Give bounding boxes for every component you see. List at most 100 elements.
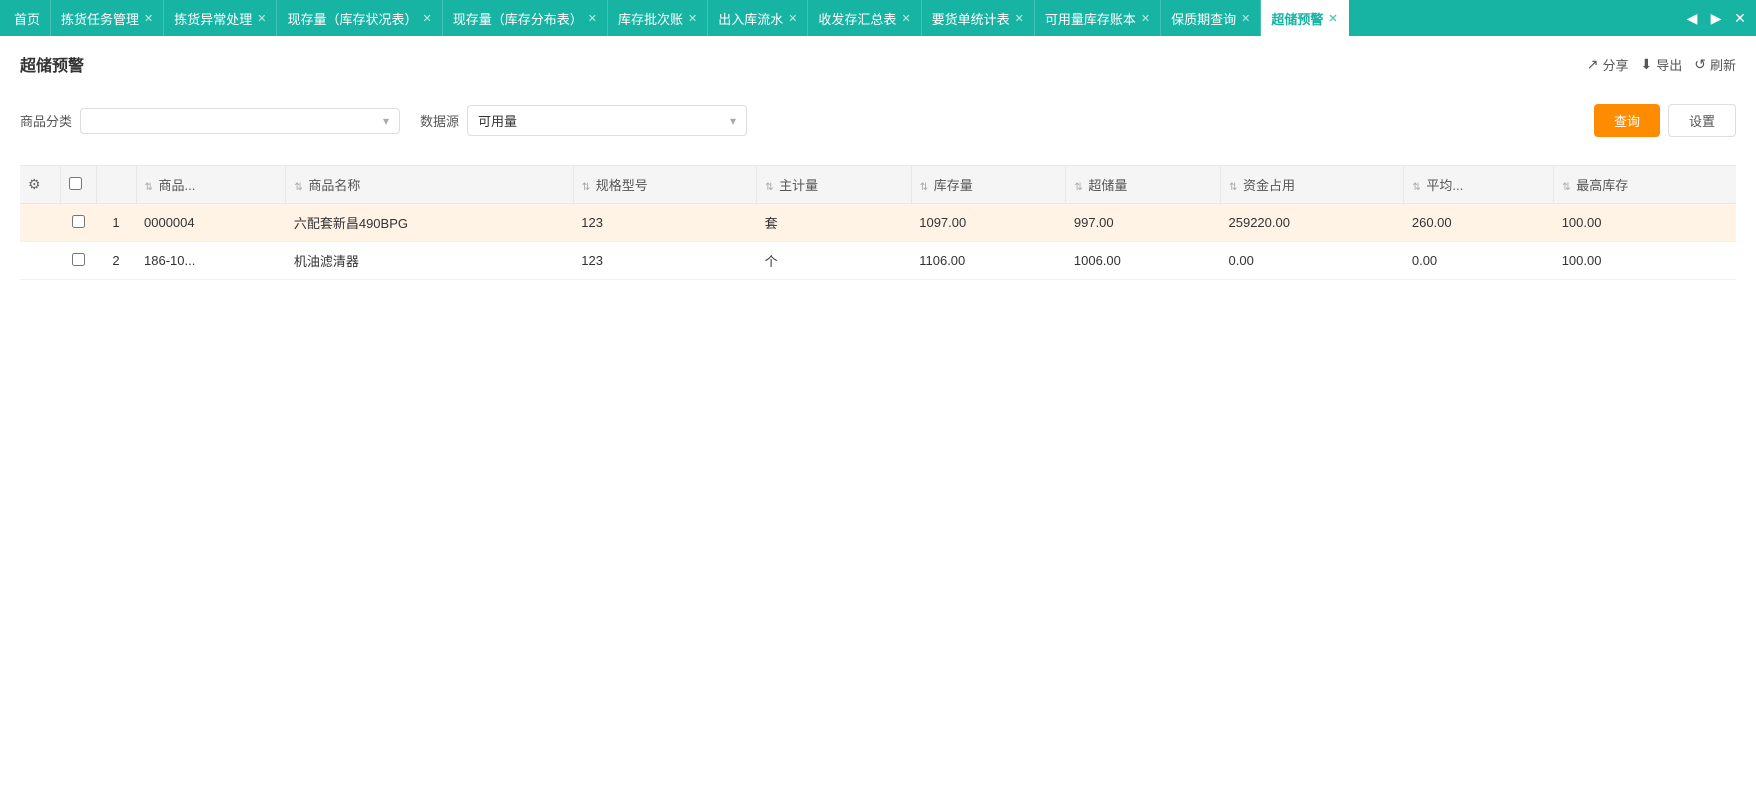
close-icon[interactable]: ✕ (1015, 12, 1024, 25)
nav-inout-flow[interactable]: 出入库流水 ✕ (708, 0, 808, 36)
sort-icon: ⇅ (1562, 182, 1570, 193)
th-overstock[interactable]: ⇅ 超储量 (1066, 166, 1221, 204)
row-capital: 259220.00 (1221, 204, 1404, 242)
row-spec: 123 (573, 204, 756, 242)
row-gear (20, 204, 60, 242)
row-maxstock: 100.00 (1554, 204, 1736, 242)
th-maxstock[interactable]: ⇅ 最高库存 (1554, 166, 1736, 204)
table-header-row: ⚙ ⇅ 商品... ⇅ 商品名称 ⇅ 规格型号 (20, 166, 1736, 204)
row-checkbox[interactable] (72, 253, 85, 266)
nav-close-all-button[interactable]: ✕ (1728, 0, 1752, 36)
close-icon[interactable]: ✕ (901, 12, 910, 25)
filter-datasource: 数据源 可用量 ▾ (420, 105, 747, 136)
nav-overstock-warning[interactable]: 超储预警 ✕ (1261, 0, 1348, 36)
nav-order-stats[interactable]: 要货单统计表 ✕ (922, 0, 1035, 36)
filter-area: 商品分类 ▾ 数据源 可用量 ▾ 查询 设置 (20, 92, 1736, 149)
sort-icon: ⇅ (145, 182, 153, 193)
row-stock: 1097.00 (911, 204, 1066, 242)
row-product-code: 186-10... (136, 242, 286, 280)
th-gear[interactable]: ⚙ (20, 166, 60, 204)
close-icon[interactable]: ✕ (257, 12, 266, 25)
nav-pick-task[interactable]: 拣货任务管理 ✕ (51, 0, 164, 36)
close-icon[interactable]: ✕ (588, 12, 597, 25)
row-avg: 0.00 (1404, 242, 1554, 280)
nav-prev-button[interactable]: ◀ (1680, 0, 1704, 36)
nav-stock-status[interactable]: 现存量（库存状况表） ✕ (277, 0, 442, 36)
sort-icon: ⇅ (582, 182, 590, 193)
datasource-select[interactable]: 可用量 ▾ (467, 105, 747, 136)
page-header: 超储预警 ↗ 分享 ⬇ 导出 ↺ 刷新 (20, 52, 1736, 76)
th-product-name[interactable]: ⇅ 商品名称 (286, 166, 573, 204)
export-button[interactable]: ⬇ 导出 (1641, 55, 1683, 74)
sort-icon: ⇅ (765, 182, 773, 193)
refresh-button[interactable]: ↺ 刷新 (1694, 55, 1736, 74)
row-overstock: 997.00 (1066, 204, 1221, 242)
close-icon[interactable]: ✕ (1328, 12, 1337, 25)
nav-stock-dist[interactable]: 现存量（库存分布表） ✕ (443, 0, 608, 36)
row-product-code: 0000004 (136, 204, 286, 242)
query-button[interactable]: 查询 (1594, 104, 1660, 137)
row-checkbox-cell (60, 204, 96, 242)
sort-icon: ⇅ (1412, 182, 1420, 193)
sort-icon: ⇅ (1074, 182, 1082, 193)
filter-category: 商品分类 ▾ (20, 108, 400, 134)
sort-icon: ⇅ (294, 182, 302, 193)
row-checkbox-cell (60, 242, 96, 280)
nav-pick-exception[interactable]: 拣货异常处理 ✕ (164, 0, 277, 36)
close-icon[interactable]: ✕ (1241, 12, 1250, 25)
th-unit[interactable]: ⇅ 主计量 (757, 166, 912, 204)
close-icon[interactable]: ✕ (1141, 12, 1150, 25)
filter-actions: 查询 设置 (1594, 104, 1736, 137)
row-maxstock: 100.00 (1554, 242, 1736, 280)
row-product-name: 六配套新昌490BPG (286, 204, 573, 242)
export-icon: ⬇ (1641, 56, 1653, 73)
category-label: 商品分类 (20, 111, 72, 130)
nav-arrows: ◀ ▶ ✕ (1680, 0, 1752, 36)
table-body: 1 0000004 六配套新昌490BPG 123 套 1097.00 997.… (20, 204, 1736, 280)
nav-next-button[interactable]: ▶ (1704, 0, 1728, 36)
chevron-down-icon: ▾ (730, 114, 736, 128)
nav-batch-account[interactable]: 库存批次账 ✕ (608, 0, 708, 36)
th-checkbox (60, 166, 96, 204)
row-spec: 123 (573, 242, 756, 280)
sort-icon: ⇅ (1229, 182, 1237, 193)
row-capital: 0.00 (1221, 242, 1404, 280)
datasource-label: 数据源 (420, 111, 459, 130)
row-unit: 个 (757, 242, 912, 280)
header-actions: ↗ 分享 ⬇ 导出 ↺ 刷新 (1587, 55, 1736, 74)
row-overstock: 1006.00 (1066, 242, 1221, 280)
top-nav: 首页 拣货任务管理 ✕ 拣货异常处理 ✕ 现存量（库存状况表） ✕ 现存量（库存… (0, 0, 1756, 36)
close-icon[interactable]: ✕ (788, 12, 797, 25)
row-num: 2 (96, 242, 136, 280)
th-product-code[interactable]: ⇅ 商品... (136, 166, 286, 204)
close-icon[interactable]: ✕ (688, 12, 697, 25)
chevron-down-icon: ▾ (383, 114, 389, 128)
select-all-checkbox[interactable] (69, 177, 82, 190)
row-stock: 1106.00 (911, 242, 1066, 280)
row-checkbox[interactable] (72, 215, 85, 228)
page-title: 超储预警 (20, 52, 84, 76)
th-spec[interactable]: ⇅ 规格型号 (573, 166, 756, 204)
nav-expiry-query[interactable]: 保质期查询 ✕ (1161, 0, 1261, 36)
share-button[interactable]: ↗ 分享 (1587, 55, 1629, 74)
row-product-name: 机油滤清器 (286, 242, 573, 280)
share-icon: ↗ (1587, 56, 1599, 73)
datasource-value: 可用量 (478, 111, 517, 130)
data-table: ⚙ ⇅ 商品... ⇅ 商品名称 ⇅ 规格型号 (20, 165, 1736, 280)
page-container: 超储预警 ↗ 分享 ⬇ 导出 ↺ 刷新 商品分类 ▾ 数据源 (0, 36, 1756, 296)
settings-button[interactable]: 设置 (1668, 104, 1736, 137)
th-avg[interactable]: ⇅ 平均... (1404, 166, 1554, 204)
row-unit: 套 (757, 204, 912, 242)
nav-recv-summary[interactable]: 收发存汇总表 ✕ (808, 0, 921, 36)
table-row: 2 186-10... 机油滤清器 123 个 1106.00 1006.00 … (20, 242, 1736, 280)
sort-icon: ⇅ (920, 182, 928, 193)
gear-icon[interactable]: ⚙ (28, 176, 41, 192)
nav-home[interactable]: 首页 (4, 0, 51, 36)
row-avg: 260.00 (1404, 204, 1554, 242)
close-icon[interactable]: ✕ (144, 12, 153, 25)
th-capital[interactable]: ⇅ 资金占用 (1221, 166, 1404, 204)
category-select[interactable]: ▾ (80, 108, 400, 134)
close-icon[interactable]: ✕ (423, 12, 432, 25)
nav-available-account[interactable]: 可用量库存账本 ✕ (1035, 0, 1161, 36)
th-stock[interactable]: ⇅ 库存量 (911, 166, 1066, 204)
